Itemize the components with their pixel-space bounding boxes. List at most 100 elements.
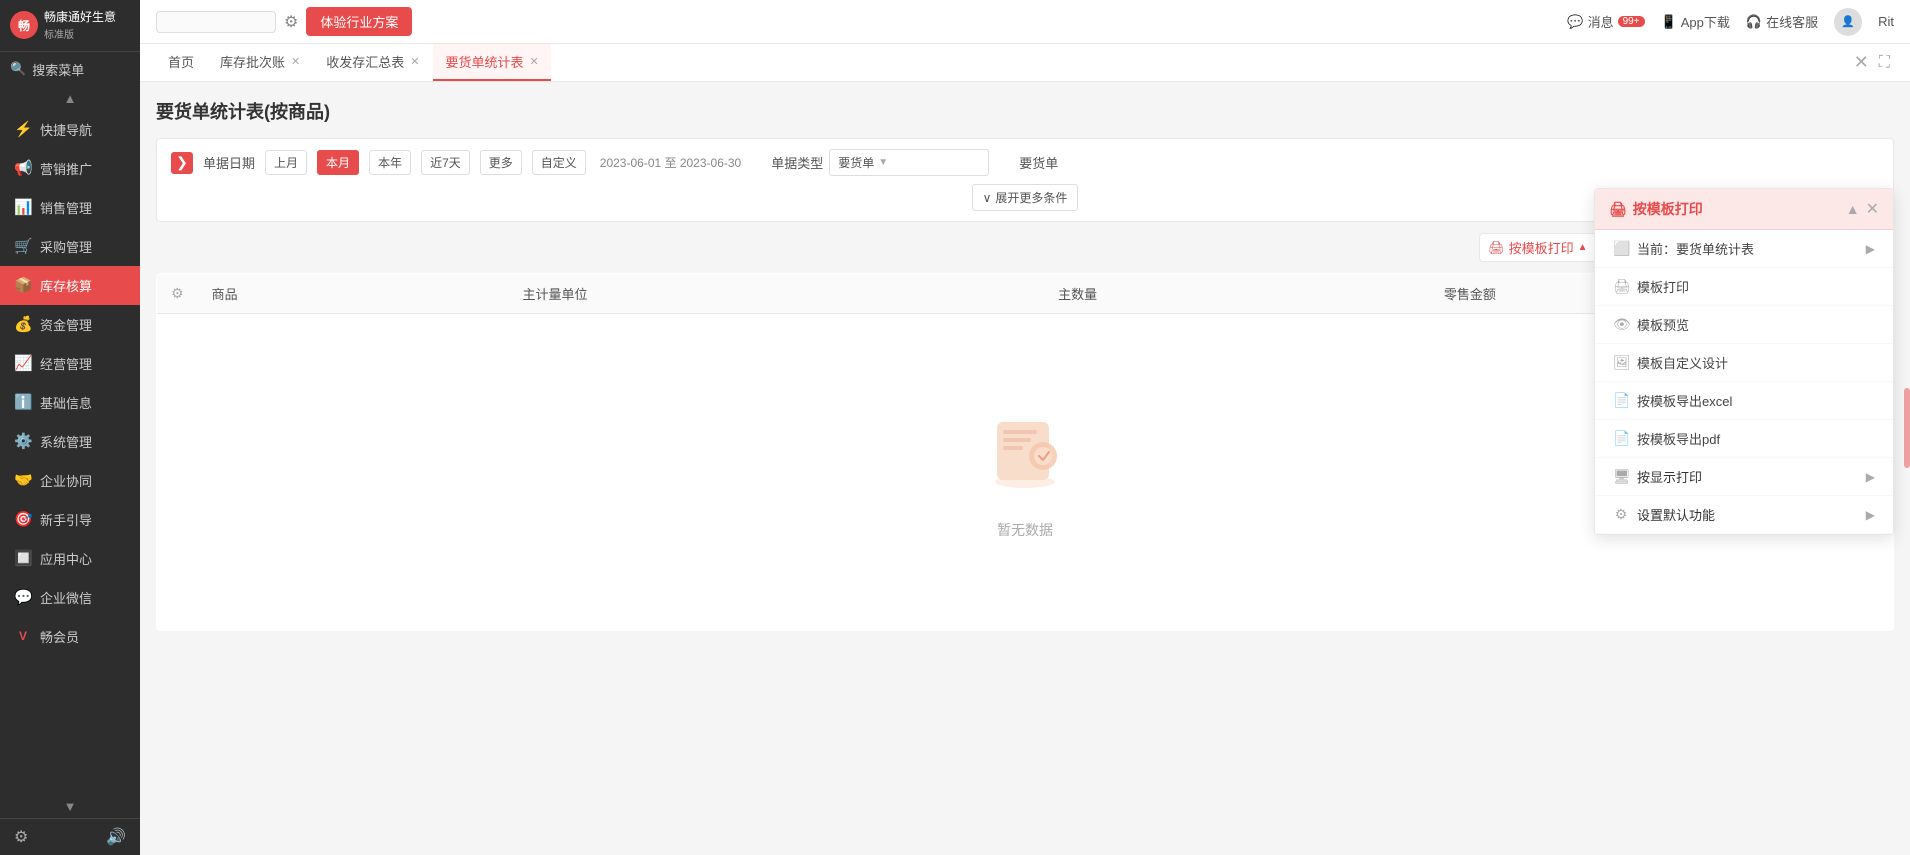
tabbar-close-btn[interactable]: ✕ — [1850, 52, 1873, 73]
sidebar-bottom: ⚙ 🔊 — [0, 818, 140, 855]
nav-label-caigou: 采购管理 — [40, 237, 92, 256]
dropdown-muban-dayin-label: 模板打印 — [1637, 277, 1689, 296]
tab-home[interactable]: 首页 — [156, 44, 206, 81]
settings-bottom-icon[interactable]: ⚙ — [14, 827, 28, 847]
dropdown-printer-icon: 🖨 — [1609, 201, 1627, 218]
topbar-left: ⚙ 体验行业方案 — [156, 7, 412, 36]
dropdown-item-muban-yulan[interactable]: 👁 模板预览 — [1595, 306, 1893, 344]
topbar: ⚙ 体验行业方案 💬 消息 99+ 📱 App下载 🎧 在线客服 👤 Rit — [140, 0, 1910, 44]
nav-label-xiaoshou: 销售管理 — [40, 198, 92, 217]
sidebar-item-kucun[interactable]: 📦 库存核算 — [0, 266, 140, 305]
user-avatar[interactable]: 👤 — [1834, 8, 1862, 36]
tab-kucun-pizhu-close[interactable]: ✕ — [291, 55, 300, 68]
print-template-btn[interactable]: 🖨 按模板打印 ▲ — [1479, 233, 1596, 262]
filter-row-1: ❯ 单据日期 上月 本月 本年 近7天 更多 自定义 2023-06-01 至 … — [171, 149, 1879, 176]
tab-yaohuo-tongji-label: 要货单统计表 — [445, 52, 523, 71]
sidebar-item-yingxiao[interactable]: 📢 营销推广 — [0, 149, 140, 188]
dropdown-current-item[interactable]: ⬜ 当前：要货单统计表 ▶ — [1595, 230, 1893, 268]
page-title: 要货单统计表(按商品) — [156, 98, 1894, 124]
search-icon: 🔍 — [10, 61, 26, 77]
search-menu-label: 搜索菜单 — [32, 60, 84, 79]
sidebar-item-jichu[interactable]: ℹ️ 基础信息 — [0, 383, 140, 422]
scroll-up-btn[interactable]: ▲ — [0, 87, 140, 110]
nav-icon-yingyong: 🔲 — [14, 549, 32, 567]
dropdown-item-muban-dayin[interactable]: 🖨 模板打印 — [1595, 268, 1893, 306]
sidebar-item-kuaijie[interactable]: ⚡ 快捷导航 — [0, 110, 140, 149]
sidebar-item-caigou[interactable]: 🛒 采购管理 — [0, 227, 140, 266]
tab-yaohuo-tongji-close[interactable]: ✕ — [530, 55, 539, 68]
expand-btn-label: 展开更多条件 — [995, 189, 1067, 206]
sidebar-logo: 畅 畅康通好生意 标准版 — [0, 0, 140, 52]
sidebar-item-xiaoshou[interactable]: 📊 销售管理 — [0, 188, 140, 227]
nav-label-zijin: 资金管理 — [40, 315, 92, 334]
nav-label-xitong: 系统管理 — [40, 432, 92, 451]
sidebar-item-xitong[interactable]: ⚙️ 系统管理 — [0, 422, 140, 461]
dropdown-header: 🖨 按模板打印 ▲ ✕ — [1595, 189, 1893, 230]
headphone-icon: 🎧 — [1746, 14, 1762, 30]
sidebar: 畅 畅康通好生意 标准版 🔍 搜索菜单 ▲ ⚡ 快捷导航 📢 营销推广 📊 销售… — [0, 0, 140, 855]
tabbar-expand-btn[interactable]: ⛶ — [1875, 54, 1894, 72]
dropdown-chevron-icon[interactable]: ▲ — [1846, 201, 1860, 217]
nav-icon-xitong: ⚙️ — [14, 432, 32, 450]
sidebar-item-xinshou[interactable]: 🎯 新手引导 — [0, 500, 140, 539]
table-gear-icon[interactable]: ⚙ — [171, 285, 184, 301]
dropdown-muban-yulan-icon: 👁 — [1613, 316, 1629, 333]
tab-yaohuo-tongji[interactable]: 要货单统计表 ✕ — [433, 44, 550, 81]
dropdown-display-print-icon: 🖥 — [1613, 468, 1629, 485]
date-btn-ben_yue[interactable]: 本月 — [317, 150, 359, 175]
app-download-label: App下载 — [1681, 12, 1730, 31]
right-scrollbar[interactable] — [1904, 388, 1910, 468]
sidebar-item-jingying[interactable]: 📈 经营管理 — [0, 344, 140, 383]
sidebar-item-yingyong[interactable]: 🔲 应用中心 — [0, 539, 140, 578]
dropdown-excel-label: 按模板导出excel — [1637, 391, 1732, 410]
date-btn-ben_nian[interactable]: 本年 — [369, 150, 411, 175]
col-shangpin: 商品 — [198, 274, 509, 314]
topbar-search-input[interactable] — [156, 11, 276, 33]
dropdown-set-default[interactable]: ⚙ 设置默认功能 ▶ — [1595, 496, 1893, 534]
nav-icon-yingxiao: 📢 — [14, 159, 32, 177]
filter-collapse-btn[interactable]: ❯ — [171, 152, 193, 174]
user-name[interactable]: Rit — [1878, 14, 1894, 29]
online-service-item[interactable]: 🎧 在线客服 — [1746, 12, 1818, 31]
dropdown-title: 按模板打印 — [1633, 199, 1703, 219]
dropdown-set-default-icon: ⚙ — [1613, 506, 1629, 523]
logo-icon: 畅 — [10, 11, 38, 39]
dropdown-display-print-left: 🖥 按显示打印 — [1613, 467, 1702, 486]
date-btn-jin7[interactable]: 近7天 — [421, 150, 470, 175]
speaker-bottom-icon[interactable]: 🔊 — [106, 827, 126, 847]
search-menu-item[interactable]: 🔍 搜索菜单 — [0, 52, 140, 87]
printer-icon: 🖨 — [1488, 240, 1505, 256]
empty-illustration — [975, 404, 1075, 510]
sidebar-item-zijin[interactable]: 💰 资金管理 — [0, 305, 140, 344]
dropdown-excel-icon: 📄 — [1613, 392, 1629, 409]
date-btn-zi_ding_yi[interactable]: 自定义 — [532, 150, 586, 175]
empty-label: 暂无数据 — [997, 520, 1053, 540]
app-download-item[interactable]: 📱 App下载 — [1661, 12, 1730, 31]
tab-shoufa-huizong-close[interactable]: ✕ — [410, 55, 419, 68]
dropdown-item-pdf[interactable]: 📄 按模板导出pdf — [1595, 420, 1893, 458]
topbar-gear-icon[interactable]: ⚙ — [284, 12, 298, 32]
date-btn-geng_duo[interactable]: 更多 — [480, 150, 522, 175]
scroll-down-btn[interactable]: ▼ — [0, 795, 140, 818]
nav-icon-zijin: 💰 — [14, 315, 32, 333]
dropdown-item-zidingyi[interactable]: 🖼 模板自定义设计 — [1595, 344, 1893, 382]
nav-label-qiye: 企业协同 — [40, 471, 92, 490]
tab-shoufa-huizong[interactable]: 收发存汇总表 ✕ — [314, 44, 431, 81]
sidebar-item-weixin[interactable]: 💬 企业微信 — [0, 578, 140, 617]
expand-more-btn[interactable]: ∨ 展开更多条件 — [972, 184, 1079, 211]
yaohuo-label: 要货单 — [1019, 153, 1058, 172]
dropdown-display-print[interactable]: 🖥 按显示打印 ▶ — [1595, 458, 1893, 496]
order-type-select[interactable]: 要货单 ▼ — [829, 149, 989, 176]
sidebar-item-huiyuan[interactable]: V 畅会员 — [0, 617, 140, 656]
sidebar-item-qiye[interactable]: 🤝 企业协同 — [0, 461, 140, 500]
dropdown-pdf-icon: 📄 — [1613, 430, 1629, 447]
date-btn-shang_yue[interactable]: 上月 — [265, 150, 307, 175]
industry-solution-button[interactable]: 体验行业方案 — [306, 7, 412, 36]
dropdown-item-excel[interactable]: 📄 按模板导出excel — [1595, 382, 1893, 420]
dropdown-close-icon[interactable]: ✕ — [1866, 199, 1879, 219]
nav-icon-weixin: 💬 — [14, 588, 32, 606]
nav-label-huiyuan: 畅会员 — [40, 627, 79, 646]
tab-kucun-pizhu[interactable]: 库存批次账 ✕ — [208, 44, 312, 81]
col-jisuandan: 主计量单位 — [509, 274, 1045, 314]
message-item[interactable]: 💬 消息 99+ — [1567, 12, 1644, 31]
